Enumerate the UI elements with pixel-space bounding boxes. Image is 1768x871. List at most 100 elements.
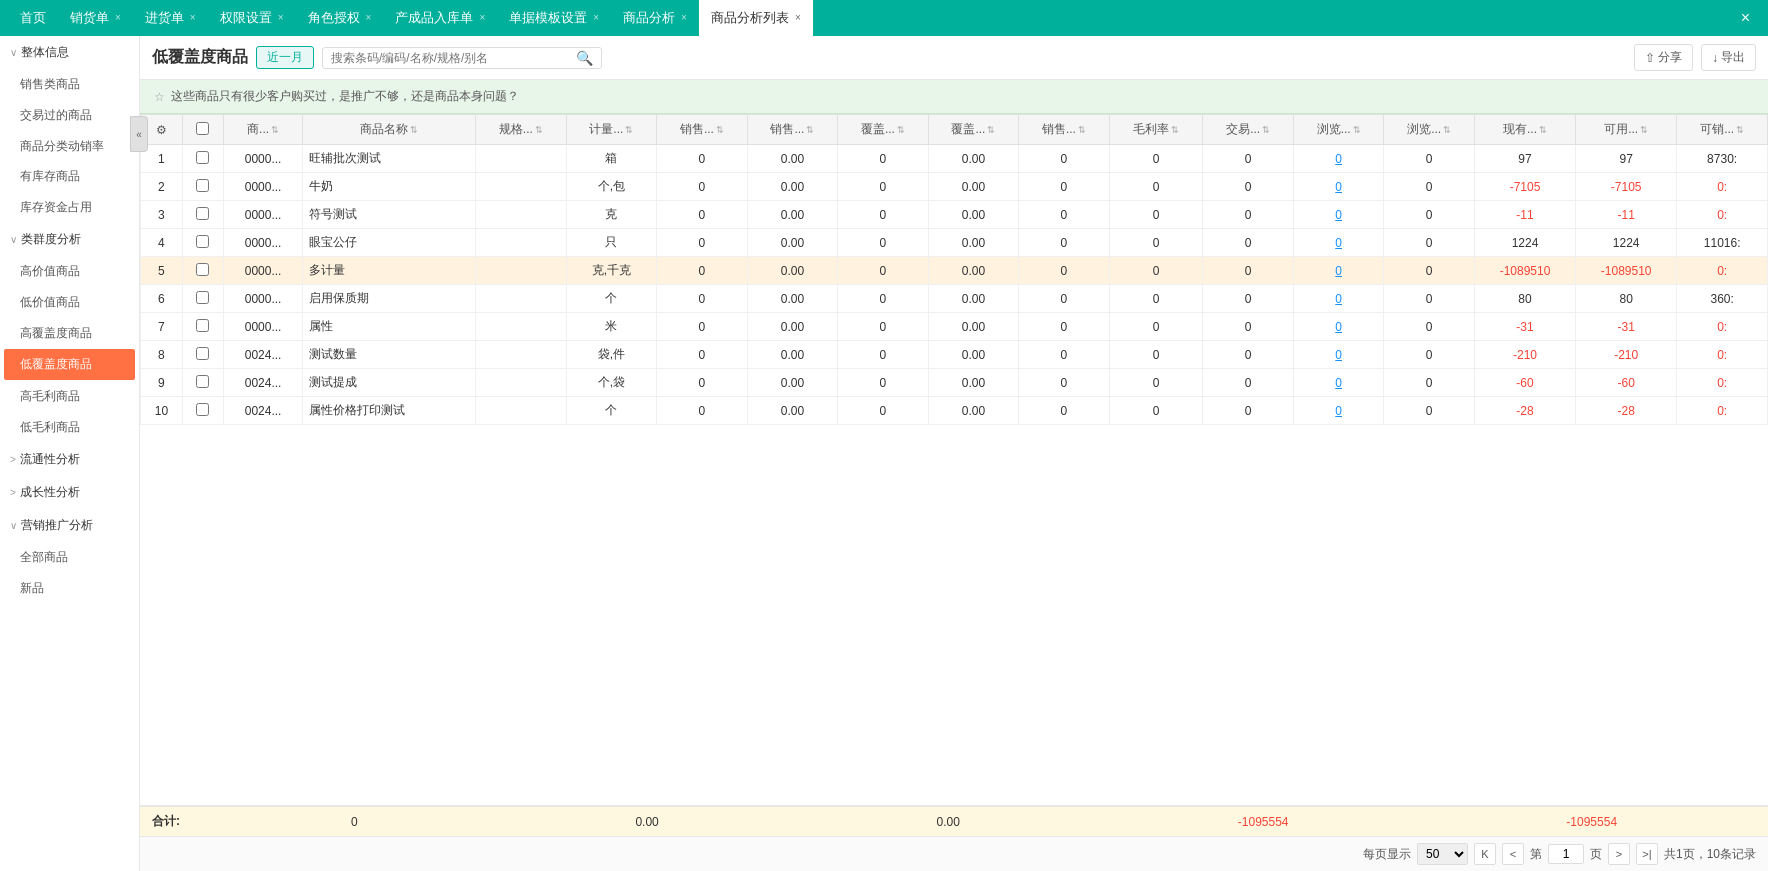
nav-item-product-in[interactable]: 产成品入库单 × <box>383 0 497 36</box>
sidebar-item-low-coverage[interactable]: 低覆盖度商品 <box>4 349 135 380</box>
data-table-container[interactable]: ⚙ 商...⇅ 商品名称⇅ 规格...⇅ 计量...⇅ 销售...⇅ 销售...… <box>140 114 1768 805</box>
prev-page-button[interactable]: < <box>1502 843 1524 865</box>
sidebar-item-stock-capital[interactable]: 库存资金占用 <box>0 192 139 223</box>
close-icon[interactable]: × <box>681 0 687 36</box>
sidebar-item-all-goods[interactable]: 全部商品 <box>0 542 139 573</box>
row-select-checkbox[interactable] <box>196 347 209 360</box>
nav-item-analysis[interactable]: 商品分析 × <box>611 0 699 36</box>
sidebar-section-class[interactable]: ∨ 类群度分析 <box>0 223 139 256</box>
next-page-button[interactable]: > <box>1608 843 1630 865</box>
row-browse1[interactable]: 0 <box>1293 145 1384 173</box>
col-unit[interactable]: 计量...⇅ <box>566 115 657 145</box>
select-all-checkbox[interactable] <box>196 122 209 135</box>
row-select-checkbox[interactable] <box>196 403 209 416</box>
row-browse1[interactable]: 0 <box>1293 285 1384 313</box>
first-page-button[interactable]: K <box>1474 843 1496 865</box>
col-sales1[interactable]: 销售...⇅ <box>657 115 748 145</box>
row-select-checkbox[interactable] <box>196 151 209 164</box>
row-checkbox[interactable] <box>182 229 223 257</box>
sidebar-item-traded-goods[interactable]: 交易过的商品 <box>0 100 139 131</box>
row-select-checkbox[interactable] <box>196 375 209 388</box>
col-browse2[interactable]: 浏览...⇅ <box>1384 115 1475 145</box>
sidebar-item-low-profit[interactable]: 低毛利商品 <box>0 412 139 443</box>
col-spec[interactable]: 规格...⇅ <box>476 115 567 145</box>
col-current[interactable]: 现有...⇅ <box>1474 115 1575 145</box>
row-select-checkbox[interactable] <box>196 207 209 220</box>
row-browse1[interactable]: 0 <box>1293 341 1384 369</box>
col-cov1[interactable]: 覆盖...⇅ <box>838 115 929 145</box>
sidebar-item-high-coverage[interactable]: 高覆盖度商品 <box>0 318 139 349</box>
last-page-button[interactable]: >| <box>1636 843 1658 865</box>
close-icon[interactable]: × <box>190 0 196 36</box>
row-spec <box>476 201 567 229</box>
col-name[interactable]: 商品名称⇅ <box>303 115 476 145</box>
row-checkbox[interactable] <box>182 313 223 341</box>
sidebar-section-marketing[interactable]: ∨ 营销推广分析 <box>0 509 139 542</box>
row-checkbox[interactable] <box>182 257 223 285</box>
sidebar-item-low-value[interactable]: 低价值商品 <box>0 287 139 318</box>
col-sellable[interactable]: 可销...⇅ <box>1677 115 1768 145</box>
time-filter-button[interactable]: 近一月 <box>256 46 314 69</box>
export-button[interactable]: ↓ 导出 <box>1701 44 1756 71</box>
nav-item-home[interactable]: 首页 <box>8 0 58 36</box>
close-icon[interactable]: × <box>593 0 599 36</box>
sidebar-section-overall[interactable]: ∨ 整体信息 <box>0 36 139 69</box>
row-select-checkbox[interactable] <box>196 179 209 192</box>
nav-item-template[interactable]: 单据模板设置 × <box>497 0 611 36</box>
col-avail[interactable]: 可用...⇅ <box>1576 115 1677 145</box>
row-checkbox[interactable] <box>182 397 223 425</box>
col-sales2[interactable]: 销售...⇅ <box>747 115 838 145</box>
nav-item-analysis-list[interactable]: 商品分析列表 × <box>699 0 813 36</box>
col-code[interactable]: 商...⇅ <box>224 115 303 145</box>
row-checkbox[interactable] <box>182 341 223 369</box>
row-browse1[interactable]: 0 <box>1293 369 1384 397</box>
row-select-checkbox[interactable] <box>196 291 209 304</box>
row-select-checkbox[interactable] <box>196 263 209 276</box>
row-select-checkbox[interactable] <box>196 319 209 332</box>
row-checkbox[interactable] <box>182 173 223 201</box>
sidebar-item-in-stock[interactable]: 有库存商品 <box>0 161 139 192</box>
row-sales2: 0.00 <box>747 313 838 341</box>
sidebar-item-high-value[interactable]: 高价值商品 <box>0 256 139 287</box>
close-icon[interactable]: × <box>115 0 121 36</box>
row-checkbox[interactable] <box>182 369 223 397</box>
row-checkbox[interactable] <box>182 145 223 173</box>
col-sales3[interactable]: 销售...⇅ <box>1019 115 1110 145</box>
search-input[interactable] <box>331 51 572 65</box>
col-browse1[interactable]: 浏览...⇅ <box>1293 115 1384 145</box>
nav-item-role[interactable]: 角色授权 × <box>296 0 384 36</box>
nav-item-permission[interactable]: 权限设置 × <box>208 0 296 36</box>
window-close-button[interactable]: × <box>1731 9 1760 27</box>
col-cov2[interactable]: 覆盖...⇅ <box>928 115 1019 145</box>
row-select-checkbox[interactable] <box>196 235 209 248</box>
close-icon[interactable]: × <box>366 0 372 36</box>
col-gross[interactable]: 毛利率⇅ <box>1109 115 1203 145</box>
close-icon[interactable]: × <box>479 0 485 36</box>
page-number-input[interactable] <box>1548 844 1584 864</box>
row-checkbox[interactable] <box>182 285 223 313</box>
total-current: -1095554 <box>1238 815 1289 829</box>
col-checkbox[interactable] <box>182 115 223 145</box>
sidebar-item-category-rate[interactable]: 商品分类动销率 <box>0 131 139 162</box>
row-browse1[interactable]: 0 <box>1293 201 1384 229</box>
row-checkbox[interactable] <box>182 201 223 229</box>
close-icon[interactable]: × <box>278 0 284 36</box>
row-browse1[interactable]: 0 <box>1293 173 1384 201</box>
row-browse1[interactable]: 0 <box>1293 313 1384 341</box>
col-trans[interactable]: 交易...⇅ <box>1203 115 1294 145</box>
nav-item-purchase[interactable]: 进货单 × <box>133 0 208 36</box>
sidebar-item-high-profit[interactable]: 高毛利商品 <box>0 381 139 412</box>
row-browse1[interactable]: 0 <box>1293 257 1384 285</box>
sidebar-section-flow[interactable]: > 流通性分析 <box>0 443 139 476</box>
close-icon[interactable]: × <box>795 0 801 36</box>
sidebar-item-new-goods[interactable]: 新品 <box>0 573 139 604</box>
row-browse1[interactable]: 0 <box>1293 229 1384 257</box>
nav-item-sales[interactable]: 销货单 × <box>58 0 133 36</box>
sidebar-item-sales-goods[interactable]: 销售类商品 <box>0 69 139 100</box>
share-button[interactable]: ⇧ 分享 <box>1634 44 1693 71</box>
sidebar-section-growth[interactable]: > 成长性分析 <box>0 476 139 509</box>
row-browse1[interactable]: 0 <box>1293 397 1384 425</box>
sidebar-collapse-button[interactable]: « <box>130 116 148 152</box>
per-page-select[interactable]: 50 10 20 100 <box>1417 843 1468 865</box>
row-no: 2 <box>141 173 183 201</box>
